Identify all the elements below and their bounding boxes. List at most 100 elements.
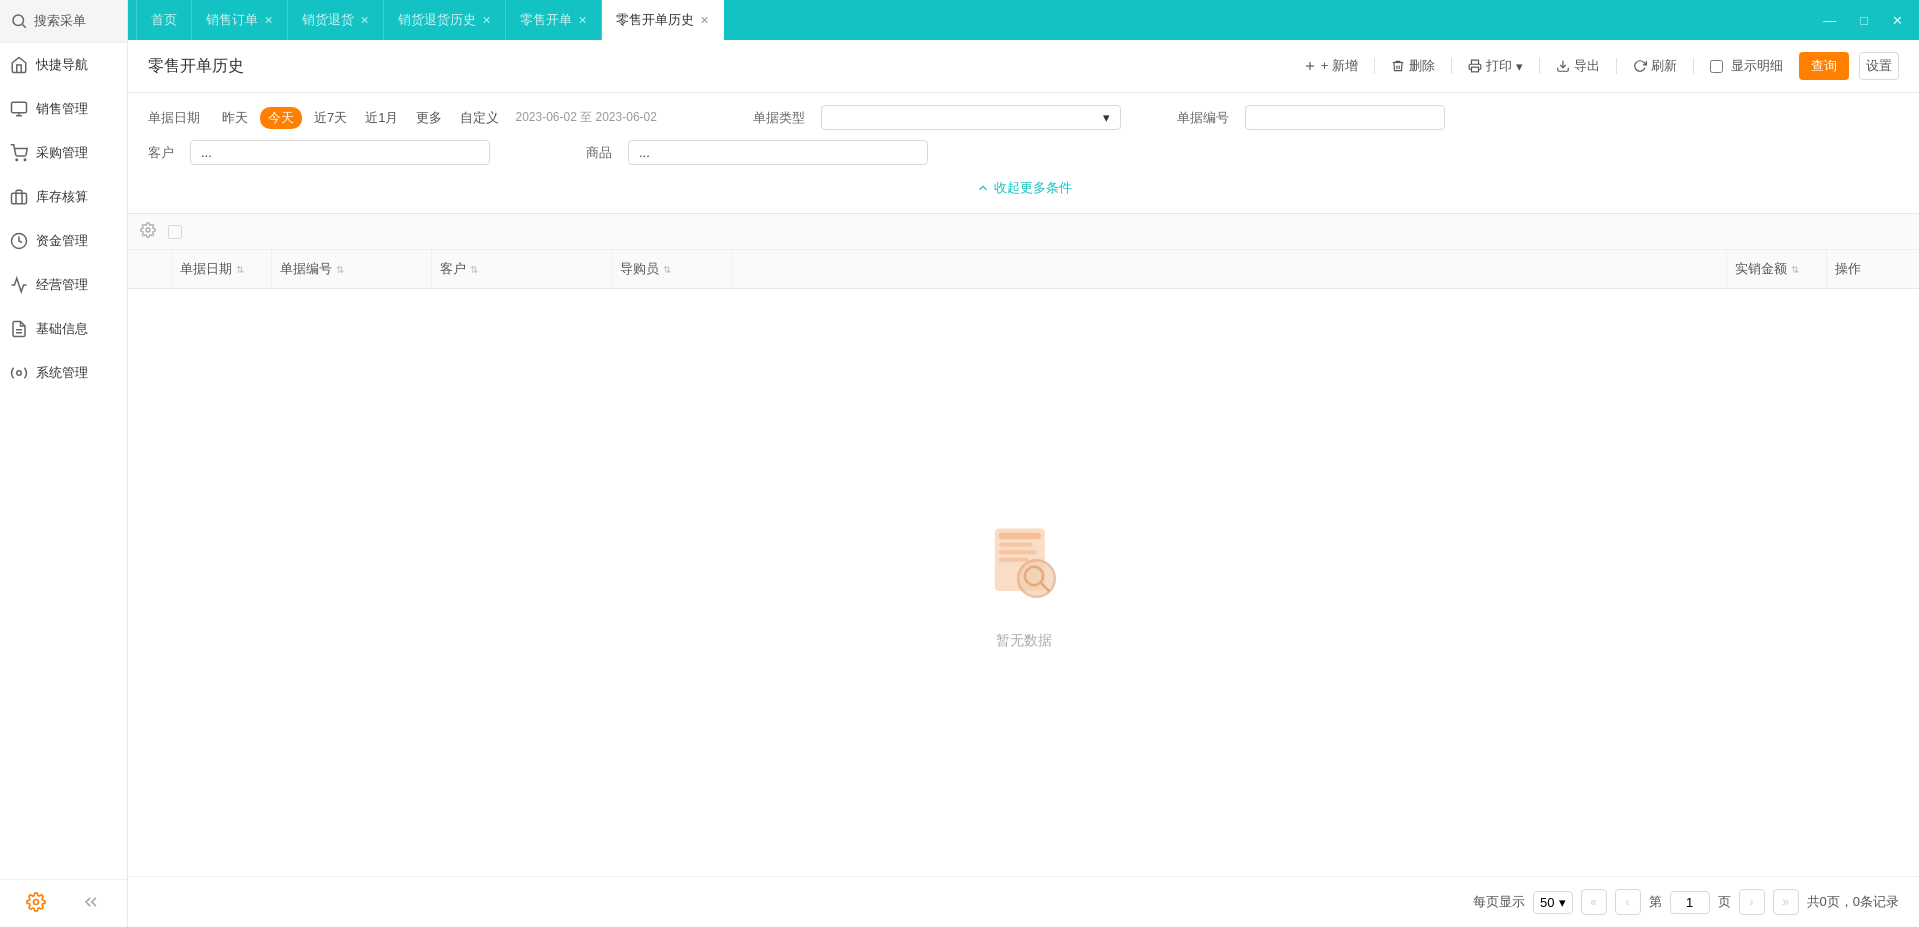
operations-icon (10, 276, 28, 294)
svg-point-5 (16, 159, 18, 161)
sidebar-item-quick-nav[interactable]: 快捷导航 (0, 43, 127, 87)
show-detail-checkbox[interactable] (1710, 60, 1723, 73)
page-size-chevron: ▾ (1559, 895, 1566, 910)
sidebar-item-purchase-mgmt[interactable]: 采购管理 (0, 131, 127, 175)
date-opt-today[interactable]: 今天 (260, 107, 302, 129)
window-close-btn[interactable]: ✕ (1884, 9, 1911, 32)
window-minimize-btn[interactable]: — (1815, 9, 1844, 32)
svg-rect-20 (999, 542, 1032, 546)
search-icon (10, 12, 28, 30)
tab-sales-order[interactable]: 销售订单 ✕ (192, 0, 288, 40)
toolbar-divider (1539, 58, 1540, 74)
sort-icon[interactable]: ⇅ (1791, 264, 1799, 275)
th-doc-no[interactable]: 单据编号 ⇅ (272, 250, 432, 288)
date-opt-7days[interactable]: 近7天 (308, 107, 353, 129)
refresh-icon (1633, 59, 1647, 73)
page-input[interactable] (1670, 891, 1710, 914)
svg-rect-21 (999, 550, 1037, 554)
last-page-btn[interactable]: » (1773, 889, 1799, 915)
sort-icon[interactable]: ⇅ (236, 264, 244, 275)
collapse-sidebar-btn[interactable] (81, 892, 101, 915)
delete-button[interactable]: 删除 (1385, 53, 1441, 79)
tab-close-icon[interactable]: ✕ (700, 14, 709, 27)
svg-point-11 (17, 371, 22, 376)
total-info: 共0页，0条记录 (1807, 893, 1899, 911)
table-settings-btn[interactable] (140, 222, 156, 241)
page-size-select[interactable]: 50 ▾ (1533, 891, 1572, 914)
date-opt-more[interactable]: 更多 (410, 107, 448, 129)
settings-button[interactable]: 设置 (1859, 52, 1899, 80)
add-button[interactable]: + 新增 (1297, 53, 1364, 79)
customer-label: 客户 (148, 144, 174, 162)
th-salesperson[interactable]: 导购员 ⇅ (612, 250, 732, 288)
home-icon (10, 56, 28, 74)
sidebar-item-sales-mgmt[interactable]: 销售管理 (0, 87, 127, 131)
refresh-button[interactable]: 刷新 (1627, 53, 1683, 79)
doc-type-select[interactable]: ▾ (821, 105, 1121, 130)
settings-icon (140, 222, 156, 238)
collapse-more-btn[interactable]: 收起更多条件 (148, 175, 1899, 201)
print-dropdown-icon[interactable]: ▾ (1516, 59, 1523, 74)
window-maximize-btn[interactable]: □ (1852, 9, 1876, 32)
sort-icon[interactable]: ⇅ (336, 264, 344, 275)
tab-close-icon[interactable]: ✕ (482, 14, 491, 27)
sidebar: 搜索采单 快捷导航 销售管理 采购管理 库存核算 资金管理 经营管理 (0, 0, 128, 927)
tab-close-icon[interactable]: ✕ (264, 14, 273, 27)
tab-retail-open[interactable]: 零售开单 ✕ (506, 0, 602, 40)
filter-row-1: 单据日期 昨天 今天 近7天 近1月 更多 自定义 2023-06-02 至 2… (148, 105, 1899, 130)
th-date[interactable]: 单据日期 ⇅ (172, 250, 272, 288)
tab-close-icon[interactable]: ✕ (578, 14, 587, 27)
sidebar-item-inventory[interactable]: 库存核算 (0, 175, 127, 219)
sidebar-item-operations[interactable]: 经营管理 (0, 263, 127, 307)
svg-rect-2 (12, 102, 27, 113)
sidebar-item-system[interactable]: 系统管理 (0, 351, 127, 395)
page-unit: 页 (1718, 893, 1731, 911)
toolbar-divider (1616, 58, 1617, 74)
th-checkbox (140, 250, 172, 288)
date-opt-custom[interactable]: 自定义 (454, 107, 505, 129)
svg-point-6 (24, 159, 26, 161)
svg-rect-7 (12, 193, 27, 204)
first-page-btn[interactable]: « (1581, 889, 1607, 915)
next-page-btn[interactable]: › (1739, 889, 1765, 915)
page-label: 第 (1649, 893, 1662, 911)
empty-data-icon (974, 516, 1074, 616)
tab-sales-return[interactable]: 销货退货 ✕ (288, 0, 384, 40)
chevron-up-icon (976, 181, 990, 195)
query-button[interactable]: 查询 (1799, 52, 1849, 80)
date-options: 昨天 今天 近7天 近1月 更多 自定义 2023-06-02 至 2023-0… (216, 107, 657, 129)
doc-no-input[interactable] (1245, 105, 1445, 130)
tab-close-icon[interactable]: ✕ (360, 14, 369, 27)
date-opt-yesterday[interactable]: 昨天 (216, 107, 254, 129)
print-icon (1468, 59, 1482, 73)
sidebar-item-finance[interactable]: 资金管理 (0, 219, 127, 263)
sort-icon[interactable]: ⇅ (663, 264, 671, 275)
content-area: 零售开单历史 + 新增 删除 打印 ▾ (128, 40, 1919, 927)
customer-select[interactable]: ... (190, 140, 490, 165)
product-select[interactable]: ... (628, 140, 928, 165)
select-all-checkbox[interactable] (168, 225, 182, 239)
sort-icon[interactable]: ⇅ (470, 264, 478, 275)
sidebar-item-basic-info[interactable]: 基础信息 (0, 307, 127, 351)
sidebar-item-label: 基础信息 (36, 320, 88, 338)
export-button[interactable]: 导出 (1550, 53, 1606, 79)
th-amount[interactable]: 实销金额 ⇅ (1727, 250, 1827, 288)
finance-icon (10, 232, 28, 250)
product-label: 商品 (586, 144, 612, 162)
svg-point-17 (146, 228, 150, 232)
date-opt-1month[interactable]: 近1月 (359, 107, 404, 129)
svg-rect-15 (1472, 67, 1479, 72)
page-title: 零售开单历史 (148, 56, 244, 77)
tab-bar: 首页 销售订单 ✕ 销货退货 ✕ 销货退货历史 ✕ 零售开单 ✕ 零售开单历史 … (128, 0, 1919, 40)
show-detail-btn[interactable]: 显示明细 (1704, 53, 1789, 79)
collapse-icon (81, 892, 101, 912)
filter-row-2: 客户 ... 商品 ... (148, 140, 1899, 165)
tab-retail-open-history[interactable]: 零售开单历史 ✕ (602, 0, 724, 40)
th-customer[interactable]: 客户 ⇅ (432, 250, 612, 288)
sidebar-search[interactable]: 搜索采单 (0, 0, 127, 43)
print-button[interactable]: 打印 ▾ (1462, 53, 1529, 79)
tab-sales-return-history[interactable]: 销货退货历史 ✕ (384, 0, 506, 40)
settings-footer-btn[interactable] (26, 892, 46, 915)
tab-home[interactable]: 首页 (136, 0, 192, 40)
prev-page-btn[interactable]: ‹ (1615, 889, 1641, 915)
